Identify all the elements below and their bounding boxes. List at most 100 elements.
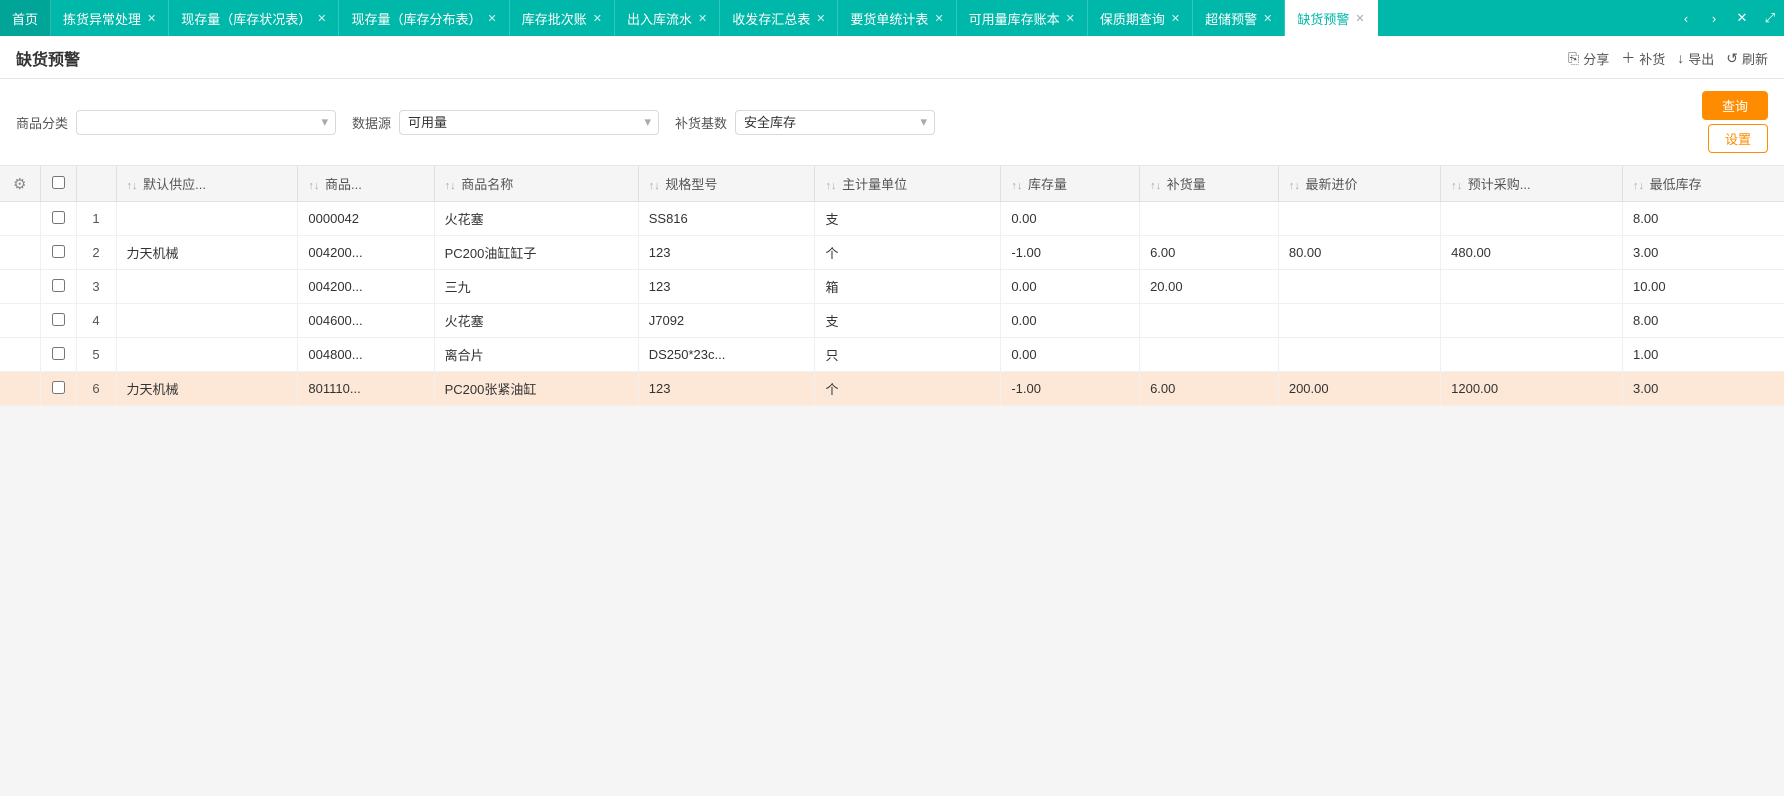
row-spec: J7092 — [638, 304, 815, 338]
replenish-base-select[interactable]: 安全库存 — [735, 110, 935, 135]
row-spec: SS816 — [638, 202, 815, 236]
tab-close-icon[interactable]: ✕ — [147, 12, 156, 25]
share-icon: ⎘ — [1568, 50, 1579, 67]
row-checkbox[interactable] — [52, 245, 65, 258]
tab-next-button[interactable]: › — [1700, 0, 1728, 36]
row-num: 1 — [76, 202, 116, 236]
row-replenish — [1140, 202, 1279, 236]
sort-icon: ↑↓ — [825, 180, 836, 192]
tab-expand-button[interactable]: ⤢ — [1756, 0, 1784, 36]
row-spec: DS250*23c... — [638, 338, 815, 372]
row-min-stock: 8.00 — [1623, 304, 1784, 338]
replenish-button[interactable]: ＋ 补货 — [1621, 48, 1665, 68]
tab-shelf-life[interactable]: 保质期查询 ✕ — [1088, 0, 1193, 36]
row-product-code: 004600... — [298, 304, 434, 338]
row-product-name: 三九 — [434, 270, 638, 304]
row-estimated-purchase — [1441, 270, 1623, 304]
row-min-stock: 3.00 — [1623, 372, 1784, 406]
row-num: 3 — [76, 270, 116, 304]
tab-close-icon[interactable]: ✕ — [488, 12, 497, 25]
tab-close-icon[interactable]: ✕ — [1355, 12, 1364, 25]
row-checkbox[interactable] — [52, 347, 65, 360]
tab-close-icon[interactable]: ✕ — [317, 12, 326, 25]
replenish-base-select-wrapper: 安全库存 — [735, 110, 935, 135]
row-product-name: PC200张紧油缸 — [434, 372, 638, 406]
tab-close-icon[interactable]: ✕ — [698, 12, 707, 25]
tab-shortage[interactable]: 缺货预警 ✕ — [1285, 0, 1377, 36]
tab-inout-flow[interactable]: 出入库流水 ✕ — [615, 0, 720, 36]
th-checkbox — [40, 166, 76, 202]
row-checkbox[interactable] — [52, 279, 65, 292]
tab-receive-summary[interactable]: 收发存汇总表 ✕ — [720, 0, 838, 36]
th-latest-price: ↑↓ 最新进价 — [1278, 166, 1440, 202]
tab-close-all-button[interactable]: ✕ — [1728, 0, 1756, 36]
th-unit: ↑↓ 主计量单位 — [815, 166, 1001, 202]
th-stock: ↑↓ 库存量 — [1001, 166, 1140, 202]
sort-icon: ↑↓ — [1150, 180, 1161, 192]
th-num — [76, 166, 116, 202]
row-latest-price — [1278, 304, 1440, 338]
share-button[interactable]: ⎘ 分享 — [1568, 49, 1609, 68]
table-row: 6 力天机械 801110... PC200张紧油缸 123 个 -1.00 6… — [0, 372, 1784, 406]
row-product-code: 801110... — [298, 372, 434, 406]
tab-home[interactable]: 首页 — [0, 0, 51, 36]
tab-overstock[interactable]: 超储预警 ✕ — [1193, 0, 1285, 36]
export-button[interactable]: ↓ 导出 — [1677, 49, 1714, 68]
tab-close-icon[interactable]: ✕ — [1263, 12, 1272, 25]
row-checkbox[interactable] — [52, 381, 65, 394]
row-spec: 123 — [638, 372, 815, 406]
row-supplier — [116, 270, 298, 304]
row-stock: 0.00 — [1001, 338, 1140, 372]
row-supplier — [116, 338, 298, 372]
tab-close-icon[interactable]: ✕ — [593, 12, 602, 25]
category-label: 商品分类 — [16, 113, 68, 132]
tab-close-icon[interactable]: ✕ — [1066, 12, 1075, 25]
sort-icon: ↑↓ — [308, 180, 319, 192]
row-estimated-purchase — [1441, 304, 1623, 338]
row-latest-price: 80.00 — [1278, 236, 1440, 270]
row-replenish: 6.00 — [1140, 236, 1279, 270]
row-stock: 0.00 — [1001, 304, 1140, 338]
row-settings-cell — [0, 270, 40, 304]
row-settings-cell — [0, 304, 40, 338]
sort-icon: ↑↓ — [1451, 180, 1462, 192]
row-estimated-purchase — [1441, 338, 1623, 372]
category-filter-group: 商品分类 — [16, 110, 336, 135]
page-content: 缺货预警 ⎘ 分享 ＋ 补货 ↓ 导出 ↺ 刷新 商品分类 — [0, 36, 1784, 406]
tab-prev-button[interactable]: ‹ — [1672, 0, 1700, 36]
row-latest-price — [1278, 270, 1440, 304]
row-checkbox-cell — [40, 202, 76, 236]
datasource-select[interactable]: 可用量 — [399, 110, 659, 135]
settings-button[interactable]: 设置 — [1708, 124, 1768, 153]
row-latest-price — [1278, 202, 1440, 236]
row-num: 2 — [76, 236, 116, 270]
tab-available-stock[interactable]: 可用量库存账本 ✕ — [957, 0, 1088, 36]
row-latest-price: 200.00 — [1278, 372, 1440, 406]
filter-actions: 查询 设置 — [1702, 91, 1768, 153]
tab-picking-exception[interactable]: 拣货异常处理 ✕ — [51, 0, 169, 36]
tab-close-icon[interactable]: ✕ — [1171, 12, 1180, 25]
category-select[interactable] — [76, 110, 336, 135]
query-button[interactable]: 查询 — [1702, 91, 1768, 120]
select-all-checkbox[interactable] — [52, 176, 65, 189]
sort-icon: ↑↓ — [1011, 180, 1022, 192]
tab-inventory-status[interactable]: 现存量（库存状况表） ✕ — [169, 0, 339, 36]
refresh-button[interactable]: ↺ 刷新 — [1726, 49, 1768, 68]
th-replenish: ↑↓ 补货量 — [1140, 166, 1279, 202]
tab-inventory-distribution[interactable]: 现存量（库存分布表） ✕ — [339, 0, 509, 36]
th-product-name: ↑↓ 商品名称 — [434, 166, 638, 202]
row-checkbox[interactable] — [52, 211, 65, 224]
row-product-code: 0000042 — [298, 202, 434, 236]
tab-purchase-stats[interactable]: 要货单统计表 ✕ — [838, 0, 956, 36]
row-checkbox[interactable] — [52, 313, 65, 326]
row-spec: 123 — [638, 236, 815, 270]
row-settings-cell — [0, 202, 40, 236]
row-product-code: 004800... — [298, 338, 434, 372]
column-settings-icon[interactable]: ⚙ — [13, 176, 26, 193]
tab-batch-account[interactable]: 库存批次账 ✕ — [510, 0, 615, 36]
th-min-stock: ↑↓ 最低库存 — [1623, 166, 1784, 202]
tab-close-icon[interactable]: ✕ — [934, 12, 943, 25]
row-num: 5 — [76, 338, 116, 372]
replenish-base-filter-group: 补货基数 安全库存 — [675, 110, 935, 135]
tab-close-icon[interactable]: ✕ — [816, 12, 825, 25]
